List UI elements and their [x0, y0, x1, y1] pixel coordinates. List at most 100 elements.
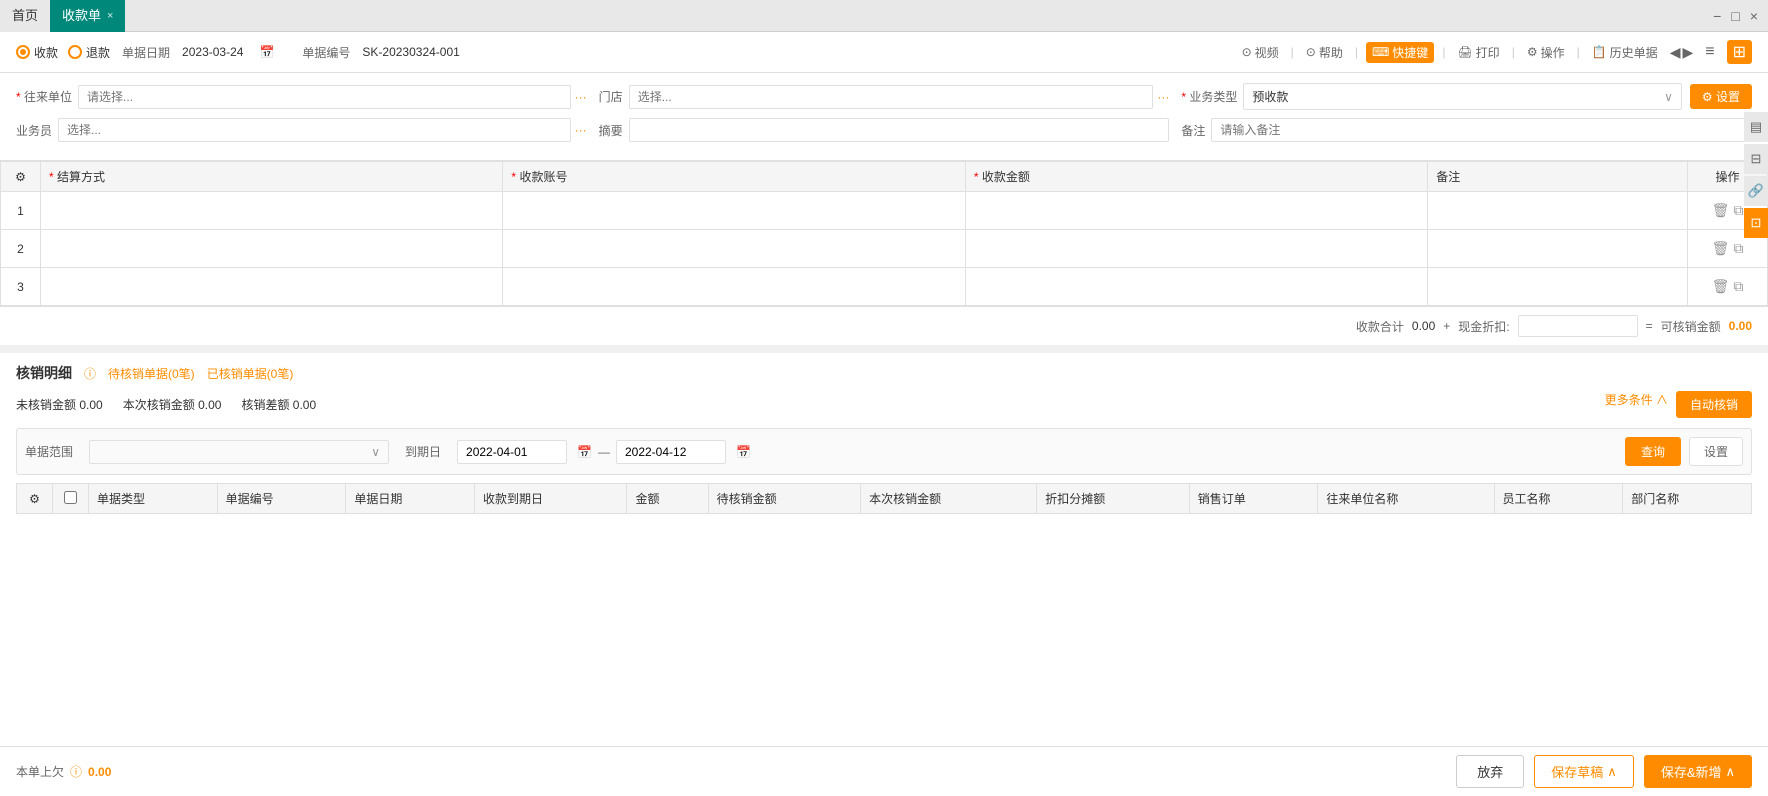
table-row: 2 🗑 ⧉	[1, 230, 1768, 268]
help-icon: ⊙	[1306, 45, 1316, 59]
verify-title: 核销明细	[16, 363, 72, 383]
video-label: 视频	[1255, 44, 1279, 61]
date-from-input[interactable]	[457, 440, 567, 464]
print-label: 打印	[1476, 44, 1500, 61]
footer-info-icon[interactable]: ⓘ	[70, 763, 82, 780]
more-conditions-btn[interactable]: 更多条件 ∧	[1605, 391, 1668, 418]
tab-close-icon[interactable]: ×	[107, 0, 113, 32]
date-to-input[interactable]	[616, 440, 726, 464]
business-type-select[interactable]: 预收款 ∨	[1243, 83, 1682, 110]
print-btn[interactable]: 🖨 打印	[1453, 42, 1503, 63]
save-new-button[interactable]: 保存&新增 ∧	[1644, 755, 1752, 788]
row-copy-3-icon[interactable]: ⧉	[1733, 278, 1743, 295]
row-paymethod-3[interactable]	[41, 268, 503, 306]
right-panel-icon-1[interactable]: ▤	[1744, 112, 1768, 142]
radio-refund[interactable]: 退款	[68, 44, 110, 61]
staff-field: 业务员 ···	[16, 118, 587, 142]
bottom-header-checkbox[interactable]	[53, 484, 89, 514]
tab-active[interactable]: 收款单 ×	[50, 0, 125, 32]
row-accountno-2[interactable]	[503, 230, 965, 268]
bottom-header-salesorder: 销售订单	[1189, 484, 1318, 514]
operate-btn[interactable]: ⚙ 操作	[1523, 42, 1569, 63]
row-accountno-1[interactable]	[503, 192, 965, 230]
summary-input[interactable]	[629, 118, 1170, 142]
view-grid-icon[interactable]: ⊞	[1727, 40, 1752, 64]
pending-verify-tab[interactable]: 待核销单据(0笔)	[108, 365, 195, 382]
select-all-checkbox[interactable]	[64, 491, 77, 504]
row-remarks-2[interactable]	[1428, 230, 1688, 268]
row-num-3: 3	[1, 268, 41, 306]
history-icon: 📋	[1592, 45, 1607, 59]
right-panel-icon-4[interactable]: ⊡	[1744, 208, 1768, 238]
table-header-settings[interactable]: ⚙	[1, 162, 41, 192]
calendar-to-icon[interactable]: 📅	[736, 445, 751, 459]
abandon-button[interactable]: 放弃	[1456, 755, 1524, 788]
date-separator: —	[598, 445, 610, 459]
tab-home[interactable]: 首页	[0, 0, 50, 32]
notes-input[interactable]	[1211, 118, 1752, 142]
current-verify-label: 本次核销金额	[123, 398, 195, 412]
shortcut-btn[interactable]: ⌨ 快捷键	[1366, 42, 1434, 63]
row-amount-1[interactable]	[965, 192, 1427, 230]
help-btn[interactable]: ⊙ 帮助	[1302, 42, 1347, 63]
main-table: ⚙ 结算方式 收款账号 收款金额 备注 操作	[0, 161, 1768, 306]
cash-discount-input[interactable]	[1518, 315, 1638, 337]
current-verify-stat: 本次核销金额 0.00	[123, 396, 222, 413]
staff-more-icon[interactable]: ···	[575, 123, 587, 137]
calendar-icon[interactable]: 📅	[259, 45, 274, 59]
bottom-header-duedate: 收款到期日	[475, 484, 627, 514]
row-paymethod-2[interactable]	[41, 230, 503, 268]
radio-collect[interactable]: 收款	[16, 44, 58, 61]
row-accountno-3[interactable]	[503, 268, 965, 306]
tab-bar: 首页 收款单 × − □ ×	[0, 0, 1768, 32]
nav-next-icon[interactable]: ▶	[1682, 44, 1693, 61]
radio-collect-label: 收款	[34, 44, 58, 61]
window-close-icon[interactable]: ×	[1750, 8, 1758, 24]
settings-icon: ⚙	[15, 170, 26, 184]
row-copy-1-icon[interactable]: ⧉	[1733, 202, 1743, 219]
staff-label: 业务员	[16, 122, 52, 139]
history-btn[interactable]: 📋 历史单据	[1588, 42, 1662, 63]
completed-verify-tab[interactable]: 已核销单据(0笔)	[207, 365, 294, 382]
verify-setting-button[interactable]: 设置	[1689, 437, 1743, 466]
store-more-icon[interactable]: ···	[1157, 90, 1169, 104]
save-draft-arrow-icon: ∧	[1607, 764, 1617, 780]
view-list-icon[interactable]: ≡	[1701, 41, 1718, 63]
nav-prev-icon[interactable]: ◀	[1670, 44, 1681, 61]
staff-input[interactable]	[58, 118, 571, 142]
save-new-label: 保存&新增	[1661, 762, 1722, 781]
form-row-2: 业务员 ··· 摘要 备注	[16, 118, 1752, 142]
row-amount-2[interactable]	[965, 230, 1427, 268]
row-delete-2-icon[interactable]: 🗑	[1712, 240, 1730, 257]
radio-refund-dot	[68, 45, 82, 59]
window-minimize-icon[interactable]: −	[1713, 8, 1721, 24]
row-paymethod-1[interactable]	[41, 192, 503, 230]
row-remarks-3[interactable]	[1428, 268, 1688, 306]
uncleared-value: 0.00	[79, 398, 102, 412]
counterparty-input[interactable]	[78, 85, 571, 109]
bill-range-select[interactable]: ∨	[89, 440, 389, 464]
bill-range-label: 单据范围	[25, 443, 73, 460]
calendar-from-icon[interactable]: 📅	[577, 445, 592, 459]
bottom-header-settings[interactable]: ⚙	[17, 484, 53, 514]
save-draft-button[interactable]: 保存草稿 ∧	[1534, 755, 1634, 788]
store-input[interactable]	[629, 85, 1154, 109]
row-amount-3[interactable]	[965, 268, 1427, 306]
window-maximize-icon[interactable]: □	[1731, 8, 1739, 24]
right-panel-icon-3[interactable]: 🔗	[1744, 176, 1768, 206]
query-button[interactable]: 查询	[1625, 437, 1681, 466]
verify-info-icon[interactable]: ⓘ	[84, 365, 96, 382]
right-panel-icon-2[interactable]: ⊟	[1744, 144, 1768, 174]
row-delete-3-icon[interactable]: 🗑	[1712, 278, 1730, 295]
counterparty-more-icon[interactable]: ···	[575, 90, 587, 104]
bottom-header-staff: 员工名称	[1494, 484, 1623, 514]
current-verify-value: 0.00	[198, 398, 221, 412]
auto-verify-button[interactable]: 自动核销	[1676, 391, 1752, 418]
radio-refund-label: 退款	[86, 44, 110, 61]
video-btn[interactable]: ⊙ 视频	[1238, 42, 1283, 63]
row-copy-2-icon[interactable]: ⧉	[1733, 240, 1743, 257]
row-delete-1-icon[interactable]: 🗑	[1712, 202, 1730, 219]
row-remarks-1[interactable]	[1428, 192, 1688, 230]
business-type-arrow-icon: ∨	[1664, 90, 1673, 104]
form-settings-button[interactable]: ⚙ 设置	[1690, 84, 1752, 109]
